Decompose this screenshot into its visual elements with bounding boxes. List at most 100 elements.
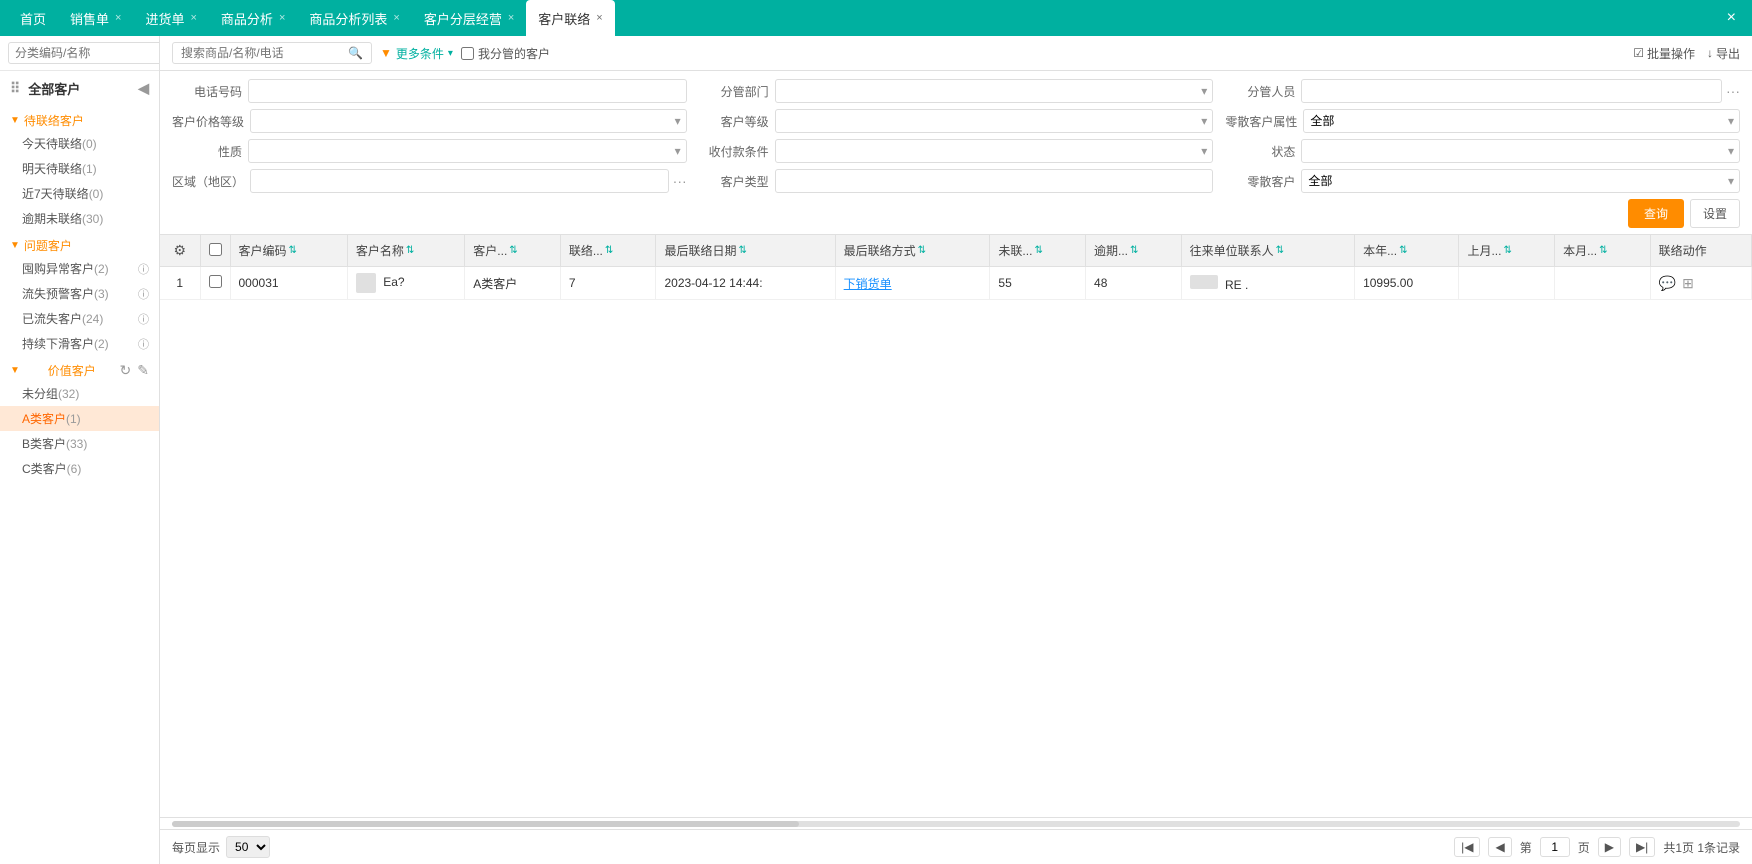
- sidebar-item-churned[interactable]: 已流失客户(24) ⓘ: [0, 306, 159, 331]
- sort-contact-icon[interactable]: ⇅: [605, 245, 613, 256]
- nature-select[interactable]: [248, 139, 687, 163]
- sidebar-search-input[interactable]: [8, 42, 160, 64]
- dept-select[interactable]: [775, 79, 1214, 103]
- sidebar: 🔍 ⠿ 全部客户 ◀ 待联络客户 今天待联络(0) 明天待联络(1) 近7天待联…: [0, 36, 160, 864]
- price-level-select[interactable]: [250, 109, 687, 133]
- query-button[interactable]: 查询: [1628, 199, 1684, 228]
- payment-select[interactable]: [775, 139, 1214, 163]
- sidebar-item-tomorrow-contact[interactable]: 明天待联络(1): [0, 156, 159, 181]
- sidebar-item-today-contact[interactable]: 今天待联络(0): [0, 131, 159, 156]
- page-number-input[interactable]: [1540, 837, 1570, 857]
- sort-last-month-icon[interactable]: ⇅: [1503, 245, 1511, 256]
- tab-customer-contact[interactable]: 客户联络 ×: [526, 0, 614, 36]
- sort-method-icon[interactable]: ⇅: [918, 245, 926, 256]
- last-page-btn[interactable]: ▶|: [1629, 837, 1655, 857]
- select-all-checkbox[interactable]: [209, 243, 222, 256]
- close-purchase-tab[interactable]: ×: [190, 12, 196, 24]
- scrollbar-thumb[interactable]: [172, 821, 799, 827]
- tab-purchase[interactable]: 进货单 ×: [133, 0, 208, 36]
- last-method-link[interactable]: 下销货单: [844, 277, 892, 291]
- export-btn[interactable]: ↓ 导出: [1707, 45, 1740, 62]
- row-contact-person: RE .: [1181, 267, 1354, 300]
- tab-customer-tier[interactable]: 客户分层经营 ×: [412, 0, 526, 36]
- close-product-list-tab[interactable]: ×: [393, 12, 399, 24]
- sidebar-item-7days-contact[interactable]: 近7天待联络(0): [0, 181, 159, 206]
- table-gear-icon[interactable]: ⚙: [173, 242, 186, 258]
- sidebar-item-ungrouped[interactable]: 未分组(32): [0, 381, 159, 406]
- sort-year-icon[interactable]: ⇅: [1399, 245, 1407, 256]
- row-code: 000031: [230, 267, 347, 300]
- info-icon-churned: ⓘ: [138, 311, 149, 327]
- customer-type-input[interactable]: [775, 169, 1214, 193]
- filter-bar: 🔍 ▼ 更多条件 ▾ 我分管的客户 ☑ 批量操作: [160, 36, 1752, 71]
- sidebar-item-abnormal-purchase[interactable]: 囤购异常客户(2) ⓘ: [0, 256, 159, 281]
- close-customer-contact-tab[interactable]: ×: [596, 12, 602, 24]
- chat-icon[interactable]: 💬: [1659, 275, 1676, 292]
- tab-sales[interactable]: 销售单 ×: [58, 0, 133, 36]
- close-product-analysis-tab[interactable]: ×: [279, 12, 285, 24]
- th-last-contact-date: 最后联络日期⇅: [656, 235, 835, 267]
- batch-operations-btn[interactable]: ☑ 批量操作: [1633, 45, 1695, 62]
- customer-level-select[interactable]: [775, 109, 1214, 133]
- horizontal-scrollbar[interactable]: [172, 821, 1740, 827]
- retail-customer-select[interactable]: 全部: [1301, 169, 1740, 193]
- sidebar-collapse-btn[interactable]: ◀: [138, 80, 149, 97]
- sort-date-icon[interactable]: ⇅: [738, 245, 746, 256]
- settings-button[interactable]: 设置: [1690, 199, 1740, 228]
- sort-level-icon[interactable]: ⇅: [509, 245, 517, 256]
- export-icon: ↓: [1707, 46, 1713, 60]
- area-dots[interactable]: ···: [673, 173, 687, 189]
- more-conditions-btn[interactable]: ▼ 更多条件 ▾: [380, 45, 453, 62]
- phone-input[interactable]: [248, 79, 687, 103]
- th-last-month: 上月...⇅: [1459, 235, 1555, 267]
- sidebar-all-customers-header: ⠿ 全部客户 ◀: [0, 71, 159, 106]
- page-size-select[interactable]: 50: [226, 836, 270, 858]
- row-no-contact: 55: [990, 267, 1086, 300]
- data-table-area: ⚙ 客户编码⇅ 客户名称⇅ 客: [160, 235, 1752, 817]
- sidebar-item-declining[interactable]: 持续下滑客户(2) ⓘ: [0, 331, 159, 356]
- customer-avatar: [356, 273, 376, 293]
- my-customers-checkbox[interactable]: [461, 47, 474, 60]
- next-page-btn[interactable]: ▶: [1598, 837, 1621, 857]
- drag-icon: ⠿: [10, 80, 20, 97]
- person-input[interactable]: [1301, 79, 1722, 103]
- sort-month-icon[interactable]: ⇅: [1599, 245, 1607, 256]
- tab-home[interactable]: 首页: [8, 0, 58, 36]
- row-current-month: [1555, 267, 1651, 300]
- first-page-btn[interactable]: |◀: [1454, 837, 1480, 857]
- close-window-button[interactable]: ×: [1719, 9, 1744, 27]
- search-input[interactable]: [181, 46, 348, 60]
- sidebar-item-class-b[interactable]: B类客户(33): [0, 431, 159, 456]
- filter-status: 状态: [1225, 139, 1740, 163]
- tab-product-analysis[interactable]: 商品分析 ×: [209, 0, 297, 36]
- sort-no-contact-icon[interactable]: ⇅: [1034, 245, 1042, 256]
- sidebar-item-churn-warning[interactable]: 流失预警客户(3) ⓘ: [0, 281, 159, 306]
- footer-right: |◀ ◀ 第 页 ▶ ▶| 共1页 1条记录: [1454, 837, 1740, 857]
- refresh-icon[interactable]: ↻: [120, 362, 132, 379]
- sort-person-icon[interactable]: ⇅: [1276, 245, 1284, 256]
- tab-product-analysis-list[interactable]: 商品分析列表 ×: [297, 0, 411, 36]
- close-customer-tier-tab[interactable]: ×: [508, 12, 514, 24]
- row-checkbox[interactable]: [209, 275, 222, 288]
- sidebar-item-class-a[interactable]: A类客户(1): [0, 406, 159, 431]
- prev-page-btn[interactable]: ◀: [1488, 837, 1511, 857]
- info-icon-abnormal: ⓘ: [138, 261, 149, 277]
- retail-attr-select[interactable]: 全部: [1303, 109, 1740, 133]
- my-customers-checkbox-label[interactable]: 我分管的客户: [461, 45, 550, 62]
- edit-icon[interactable]: ✎: [137, 362, 149, 379]
- top-nav: 首页 销售单 × 进货单 × 商品分析 × 商品分析列表 × 客户分层经营 × …: [0, 0, 1752, 36]
- search-icon[interactable]: 🔍: [348, 46, 363, 60]
- person-dots[interactable]: ···: [1726, 83, 1740, 99]
- th-customer-level: 客户...⇅: [465, 235, 561, 267]
- sidebar-item-class-c[interactable]: C类客户(6): [0, 456, 159, 481]
- status-select[interactable]: [1301, 139, 1740, 163]
- customer-table: ⚙ 客户编码⇅ 客户名称⇅ 客: [160, 235, 1752, 300]
- qr-icon[interactable]: ⊞: [1682, 275, 1694, 292]
- sort-overdue-icon[interactable]: ⇅: [1130, 245, 1138, 256]
- filter-phone: 电话号码: [172, 79, 687, 103]
- close-sales-tab[interactable]: ×: [115, 12, 121, 24]
- area-input[interactable]: [250, 169, 669, 193]
- sidebar-item-overdue-contact[interactable]: 逾期未联络(30): [0, 206, 159, 231]
- sort-name-icon[interactable]: ⇅: [406, 245, 414, 256]
- sort-code-icon[interactable]: ⇅: [289, 245, 297, 256]
